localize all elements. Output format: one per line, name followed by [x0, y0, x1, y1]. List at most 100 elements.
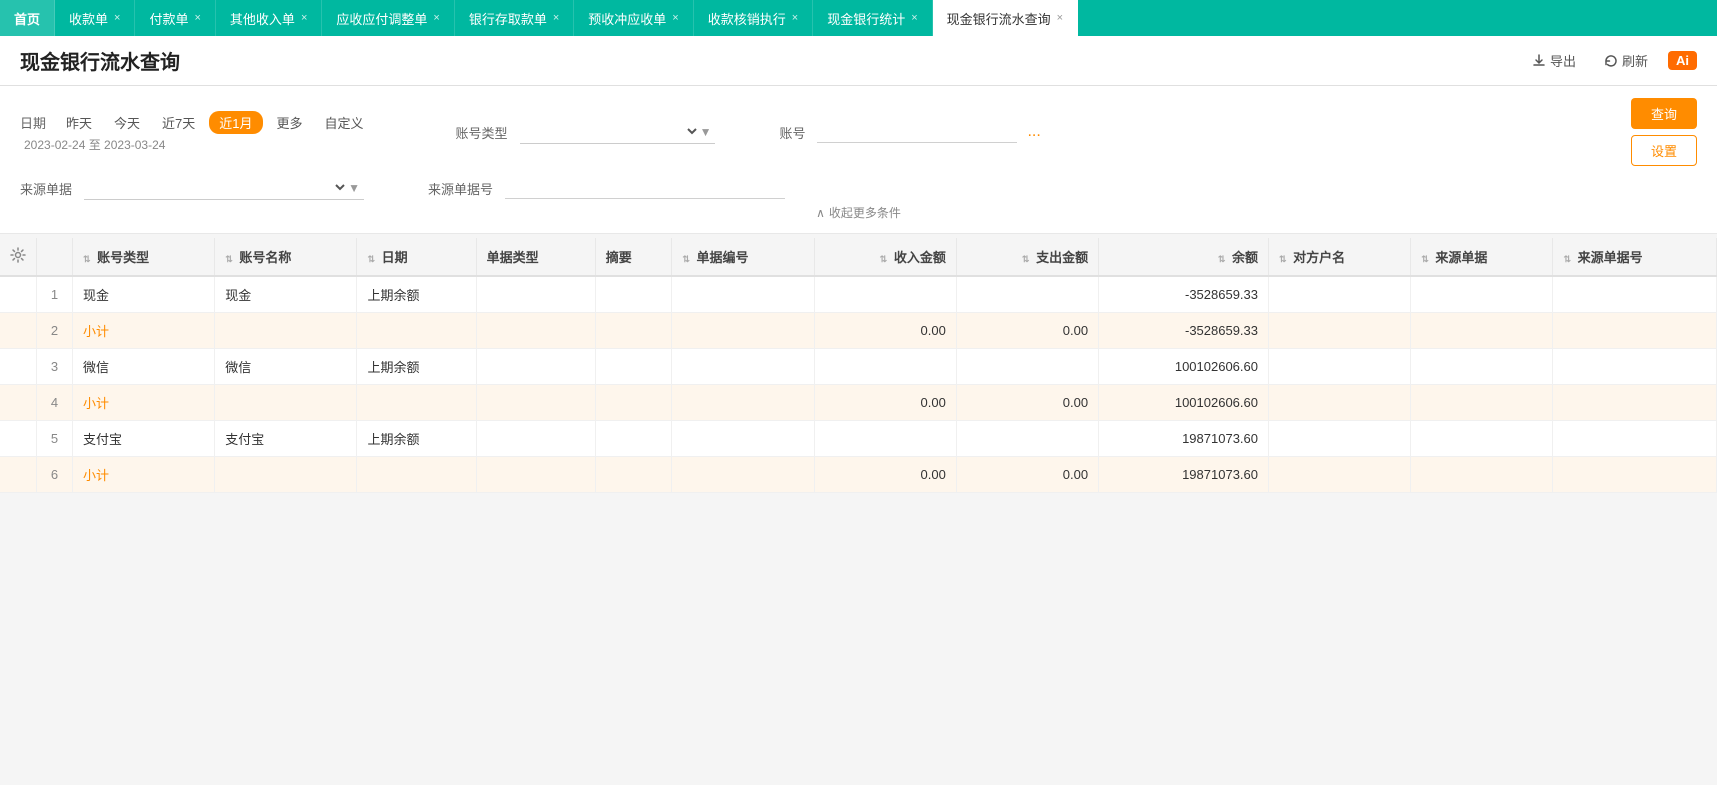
cell-account-name	[215, 313, 357, 349]
sort-source-doc-no-icon: ⇅	[1563, 254, 1571, 264]
close-receipt-verify-icon[interactable]: ×	[792, 12, 798, 24]
source-doc-select[interactable]	[84, 176, 348, 199]
account-input[interactable]	[817, 121, 1017, 143]
close-bank-deposit-icon[interactable]: ×	[553, 12, 559, 24]
sort-date-icon: ⇅	[367, 254, 375, 264]
table-row: 5支付宝支付宝上期余额19871073.60	[0, 421, 1717, 457]
nav-bank-deposit[interactable]: 银行存取款单 ×	[455, 0, 574, 36]
cell-account-type: 支付宝	[73, 421, 215, 457]
refresh-button[interactable]: 刷新	[1596, 47, 1656, 74]
source-doc-no-input[interactable]	[505, 177, 785, 199]
date-opt-more[interactable]: 更多	[269, 111, 311, 134]
th-account-name-label: 账号名称	[239, 250, 291, 265]
settings-button[interactable]: 设置	[1631, 135, 1697, 166]
date-opt-today[interactable]: 今天	[106, 111, 148, 134]
refresh-icon	[1604, 54, 1618, 68]
th-counterparty[interactable]: ⇅ 对方户名	[1269, 238, 1411, 276]
cell-income	[814, 349, 956, 385]
close-other-income-icon[interactable]: ×	[301, 12, 307, 24]
th-source-doc-no[interactable]: ⇅ 来源单据号	[1553, 238, 1717, 276]
export-button[interactable]: 导出	[1524, 47, 1584, 74]
sort-balance-icon: ⇅	[1218, 254, 1226, 264]
table-row: 1现金现金上期余额-3528659.33	[0, 276, 1717, 313]
sort-doc-no-icon: ⇅	[682, 254, 690, 264]
close-cash-bank-flow-icon[interactable]: ×	[1057, 12, 1063, 24]
cell-balance: 100102606.60	[1099, 349, 1269, 385]
th-date[interactable]: ⇅ 日期	[357, 238, 476, 276]
close-cash-bank-stats-icon[interactable]: ×	[911, 12, 917, 24]
account-dots-button[interactable]: ...	[1023, 123, 1044, 141]
sort-income-icon: ⇅	[880, 254, 888, 264]
cell-balance: 19871073.60	[1099, 421, 1269, 457]
source-doc-group: 来源单据 ▼	[20, 176, 364, 200]
nav-home-label: 首页	[14, 9, 40, 28]
ai-button[interactable]: Ai	[1668, 51, 1697, 70]
nav-receipt[interactable]: 收款单 ×	[55, 0, 135, 36]
nav-cash-bank-stats-label: 现金银行统计	[827, 9, 905, 28]
nav-other-income[interactable]: 其他收入单 ×	[216, 0, 322, 36]
th-doc-no[interactable]: ⇅ 单据编号	[672, 238, 814, 276]
date-label: 日期	[20, 113, 46, 132]
date-opt-yesterday[interactable]: 昨天	[58, 111, 100, 134]
th-income-label: 收入金额	[894, 250, 946, 265]
date-opt-custom[interactable]: 自定义	[317, 111, 372, 134]
nav-prepay-offset[interactable]: 预收冲应收单 ×	[574, 0, 693, 36]
cell-summary	[595, 276, 672, 313]
close-payment-icon[interactable]: ×	[194, 12, 200, 24]
th-doc-no-label: 单据编号	[697, 250, 749, 265]
row-number: 5	[37, 421, 73, 457]
nav-home[interactable]: 首页	[0, 0, 55, 36]
cell-expense: 0.00	[956, 313, 1098, 349]
nav-payment[interactable]: 付款单 ×	[135, 0, 215, 36]
th-source-doc[interactable]: ⇅ 来源单据	[1411, 238, 1553, 276]
date-filter-group: 日期 昨天 今天 近7天 近1月 更多 自定义 2023-02-24 至 202…	[20, 111, 372, 153]
th-expense[interactable]: ⇅ 支出金额	[956, 238, 1098, 276]
table-header-row: ⇅ 账号类型 ⇅ 账号名称 ⇅ 日期 单据类型 摘要 ⇅	[0, 238, 1717, 276]
cell-summary	[595, 457, 672, 493]
account-type-label: 账号类型	[456, 123, 508, 142]
cell-doc-type	[476, 313, 595, 349]
table-row: 3微信微信上期余额100102606.60	[0, 349, 1717, 385]
cell-account-type: 现金	[73, 276, 215, 313]
export-icon	[1532, 54, 1546, 68]
cell-counterparty	[1269, 421, 1411, 457]
close-receipt-icon[interactable]: ×	[114, 12, 120, 24]
th-account-name[interactable]: ⇅ 账号名称	[215, 238, 357, 276]
collapse-bar[interactable]: ∧ 收起更多条件	[20, 204, 1697, 221]
date-opt-7days[interactable]: 近7天	[154, 111, 203, 134]
filter-row-1: 日期 昨天 今天 近7天 近1月 更多 自定义 2023-02-24 至 202…	[20, 98, 1697, 166]
nav-receipt-verify[interactable]: 收款核销执行 ×	[694, 0, 813, 36]
close-prepay-offset-icon[interactable]: ×	[672, 12, 678, 24]
th-doc-type: 单据类型	[476, 238, 595, 276]
cell-income: 0.00	[814, 385, 956, 421]
th-balance[interactable]: ⇅ 余额	[1099, 238, 1269, 276]
table-row: 6小计0.000.0019871073.60	[0, 457, 1717, 493]
collapse-chevron-icon: ∧	[816, 206, 825, 220]
account-type-dropdown-wrapper: 现金 微信 支付宝 ▼	[520, 120, 716, 144]
filter-area: 日期 昨天 今天 近7天 近1月 更多 自定义 2023-02-24 至 202…	[0, 86, 1717, 234]
row-number: 6	[37, 457, 73, 493]
account-type-select[interactable]: 现金 微信 支付宝	[520, 120, 700, 143]
cell-income	[814, 276, 956, 313]
th-summary: 摘要	[595, 238, 672, 276]
cell-counterparty	[1269, 385, 1411, 421]
nav-ar-ap-adjust[interactable]: 应收应付调整单 ×	[322, 0, 454, 36]
sort-account-type-icon: ⇅	[83, 254, 91, 264]
query-button[interactable]: 查询	[1631, 98, 1697, 129]
gear-icon	[10, 247, 26, 263]
th-income[interactable]: ⇅ 收入金额	[814, 238, 956, 276]
nav-cash-bank-stats[interactable]: 现金银行统计 ×	[813, 0, 932, 36]
date-opt-1month[interactable]: 近1月	[209, 111, 262, 134]
source-doc-no-label: 来源单据号	[428, 179, 493, 198]
nav-ar-ap-adjust-label: 应收应付调整单	[336, 9, 427, 28]
th-account-type[interactable]: ⇅ 账号类型	[73, 238, 215, 276]
close-ar-ap-adjust-icon[interactable]: ×	[433, 12, 439, 24]
nav-cash-bank-flow[interactable]: 现金银行流水查询 ×	[933, 0, 1078, 36]
cell-source-doc-no	[1553, 457, 1717, 493]
data-table: ⇅ 账号类型 ⇅ 账号名称 ⇅ 日期 单据类型 摘要 ⇅	[0, 238, 1717, 493]
cell-source-doc-no	[1553, 421, 1717, 457]
cell-account-name	[215, 457, 357, 493]
cell-account-name	[215, 385, 357, 421]
gear-column-header[interactable]	[0, 238, 37, 276]
cell-doc-no	[672, 349, 814, 385]
